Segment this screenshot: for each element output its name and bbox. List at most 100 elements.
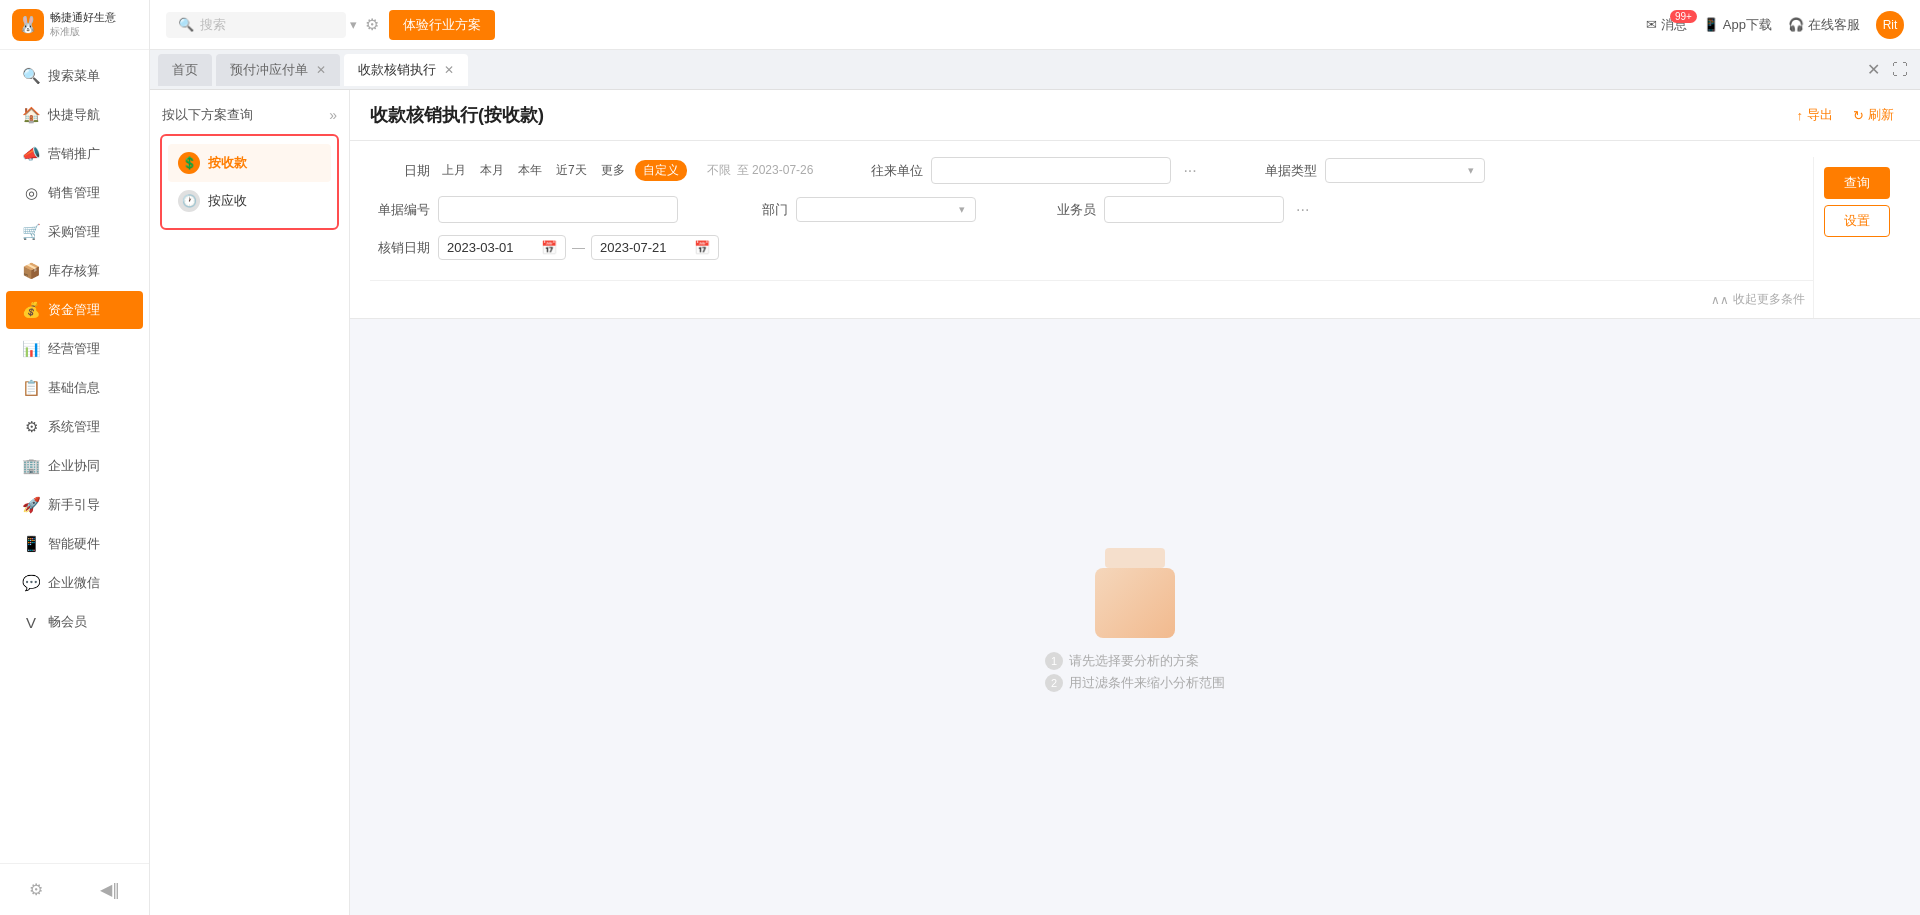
home-icon: 🏠 (22, 106, 40, 124)
service-label: 在线客服 (1808, 16, 1860, 34)
tab-collection-close-icon[interactable]: ✕ (444, 63, 454, 77)
partner-dots-icon[interactable]: ··· (1183, 162, 1196, 180)
verify-date-start-input[interactable] (447, 240, 537, 255)
doc-type-label: 单据类型 (1237, 162, 1317, 180)
tab-collection-label: 收款核销执行 (358, 61, 436, 79)
app-download-icon: 📱 (1703, 17, 1719, 32)
wechat-icon: 💬 (22, 574, 40, 592)
empty-box (1095, 568, 1175, 638)
sidebar-item-enterprise[interactable]: 🏢 企业协同 (6, 447, 143, 485)
sidebar-item-wechat[interactable]: 💬 企业微信 (6, 564, 143, 602)
verify-date-label: 核销日期 (370, 239, 430, 257)
verify-date-separator: — (572, 240, 585, 255)
shortcut-this-year[interactable]: 本年 (514, 160, 546, 181)
filter-icon-by-receivable: 🕐 (178, 190, 200, 212)
msg-button[interactable]: ✉ 消息 99+ (1646, 16, 1687, 34)
shortcut-last-month[interactable]: 上月 (438, 160, 470, 181)
search-chevron-icon[interactable]: ▾ (350, 17, 357, 32)
query-button[interactable]: 查询 (1824, 167, 1890, 199)
sidebar-label-quick-nav: 快捷导航 (48, 106, 100, 124)
tab-close-all-button[interactable]: ✕ (1863, 56, 1884, 83)
shortcut-this-month[interactable]: 本月 (476, 160, 508, 181)
settings-bottom-icon[interactable]: ⚙ (23, 874, 49, 905)
sidebar-item-inventory[interactable]: 📦 库存核算 (6, 252, 143, 290)
purchase-icon: 🛒 (22, 223, 40, 241)
refresh-button[interactable]: ↻ 刷新 (1847, 102, 1900, 128)
verify-date-end-cal-icon[interactable]: 📅 (694, 240, 710, 255)
sidebar-label-business: 经营管理 (48, 340, 100, 358)
shortcut-7days[interactable]: 近7天 (552, 160, 591, 181)
empty-state: 1 请先选择要分析的方案 2 用过滤条件来缩小分析范围 (350, 319, 1920, 915)
sidebar-item-marketing[interactable]: 📣 营销推广 (6, 135, 143, 173)
content-area: 按以下方案查询 » 💲 按收款 🕐 按应收 收款核销执行(按收款) (150, 90, 1920, 915)
date-no-limit-area: 不限 至 2023-07-26 (707, 162, 814, 179)
sidebar-item-hardware[interactable]: 📱 智能硬件 (6, 525, 143, 563)
sidebar-item-search-menu[interactable]: 🔍 搜索菜单 (6, 57, 143, 95)
user-profile-button[interactable]: Rit (1876, 11, 1904, 39)
title-actions: ↑ 导出 ↻ 刷新 (1791, 102, 1901, 128)
collapse-up-icon: ∧∧ (1711, 293, 1729, 307)
tab-collection[interactable]: 收款核销执行 ✕ (344, 54, 468, 86)
filter-panel-collapse-icon[interactable]: » (329, 107, 337, 123)
filter-item-by-collection[interactable]: 💲 按收款 (168, 144, 331, 182)
verify-date-end-input[interactable] (600, 240, 690, 255)
date-field: 日期 上月 本月 本年 近7天 更多 自定义 (370, 160, 687, 181)
collapse-conditions-button[interactable]: ∧∧ 收起更多条件 (1703, 287, 1813, 312)
export-label: 导出 (1807, 106, 1833, 124)
settings-button[interactable]: 设置 (1824, 205, 1890, 237)
tab-maximize-button[interactable]: ⛶ (1888, 56, 1912, 83)
app-download-button[interactable]: 📱 App下载 (1703, 16, 1772, 34)
partner-label: 往来单位 (863, 162, 923, 180)
staff-dots-icon[interactable]: ··· (1296, 201, 1309, 219)
export-button[interactable]: ↑ 导出 (1791, 102, 1840, 128)
capital-icon: 💰 (22, 301, 40, 319)
marketing-icon: 📣 (22, 145, 40, 163)
filter-icon-by-collection: 💲 (178, 152, 200, 174)
doc-type-select[interactable]: ▾ (1325, 158, 1485, 183)
search-placeholder: 搜索 (200, 16, 226, 34)
sidebar-item-member[interactable]: V 畅会员 (6, 603, 143, 641)
industry-btn[interactable]: 体验行业方案 (389, 10, 495, 40)
tab-home[interactable]: 首页 (158, 54, 212, 86)
shortcut-more[interactable]: 更多 (597, 160, 629, 181)
staff-input[interactable] (1104, 196, 1284, 223)
query-btn-panel: 查询 设置 (1813, 157, 1900, 318)
sidebar-item-sales[interactable]: ◎ 销售管理 (6, 174, 143, 212)
dept-arrow-icon: ▾ (959, 203, 965, 216)
header-gear-icon[interactable]: ⚙ (365, 15, 379, 34)
tab-prepay[interactable]: 预付冲应付单 ✕ (216, 54, 340, 86)
collapse-sidebar-icon[interactable]: ◀‖ (94, 874, 126, 905)
shortcut-custom[interactable]: 自定义 (635, 160, 687, 181)
form-row-2: 单据编号 部门 ▾ 业务员 (370, 196, 1813, 223)
sidebar-menu: 🔍 搜索菜单 🏠 快捷导航 📣 营销推广 ◎ 销售管理 🛒 采购管理 📦 库存核… (0, 50, 149, 863)
filter-item-by-receivable[interactable]: 🕐 按应收 (168, 182, 331, 220)
sidebar-item-basic-info[interactable]: 📋 基础信息 (6, 369, 143, 407)
filter-label-by-receivable: 按应收 (208, 192, 247, 210)
dept-select[interactable]: ▾ (796, 197, 976, 222)
form-fields: 日期 上月 本月 本年 近7天 更多 自定义 (370, 157, 1813, 318)
doc-number-input[interactable] (438, 196, 678, 223)
main-area: 🔍 搜索 ▾ ⚙ 体验行业方案 ✉ 消息 99+ 📱 App下载 🎧 在线客服 … (150, 0, 1920, 915)
app-download-label: App下载 (1723, 16, 1772, 34)
sidebar-label-marketing: 营销推广 (48, 145, 100, 163)
header-search-box[interactable]: 🔍 搜索 (166, 12, 346, 38)
partner-input[interactable] (931, 157, 1171, 184)
page-title-bar: 收款核销执行(按收款) ↑ 导出 ↻ 刷新 (350, 90, 1920, 141)
sidebar-item-business[interactable]: 📊 经营管理 (6, 330, 143, 368)
empty-step-2-text: 用过滤条件来缩小分析范围 (1069, 674, 1225, 692)
page-title: 收款核销执行(按收款) (370, 103, 544, 127)
filter-options-box: 💲 按收款 🕐 按应收 (160, 134, 339, 230)
filter-label-by-collection: 按收款 (208, 154, 247, 172)
form-area: 日期 上月 本月 本年 近7天 更多 自定义 (370, 157, 1900, 318)
sidebar-item-purchase[interactable]: 🛒 采购管理 (6, 213, 143, 251)
online-service-button[interactable]: 🎧 在线客服 (1788, 16, 1860, 34)
tab-prepay-label: 预付冲应付单 (230, 61, 308, 79)
sidebar-item-quick-nav[interactable]: 🏠 快捷导航 (6, 96, 143, 134)
sidebar-label-hardware: 智能硬件 (48, 535, 100, 553)
sidebar-item-system[interactable]: ⚙ 系统管理 (6, 408, 143, 446)
tab-prepay-close-icon[interactable]: ✕ (316, 63, 326, 77)
sidebar-item-capital[interactable]: 💰 资金管理 (6, 291, 143, 329)
verify-date-start-cal-icon[interactable]: 📅 (541, 240, 557, 255)
sidebar-item-guide[interactable]: 🚀 新手引导 (6, 486, 143, 524)
sidebar-label-enterprise: 企业协同 (48, 457, 100, 475)
